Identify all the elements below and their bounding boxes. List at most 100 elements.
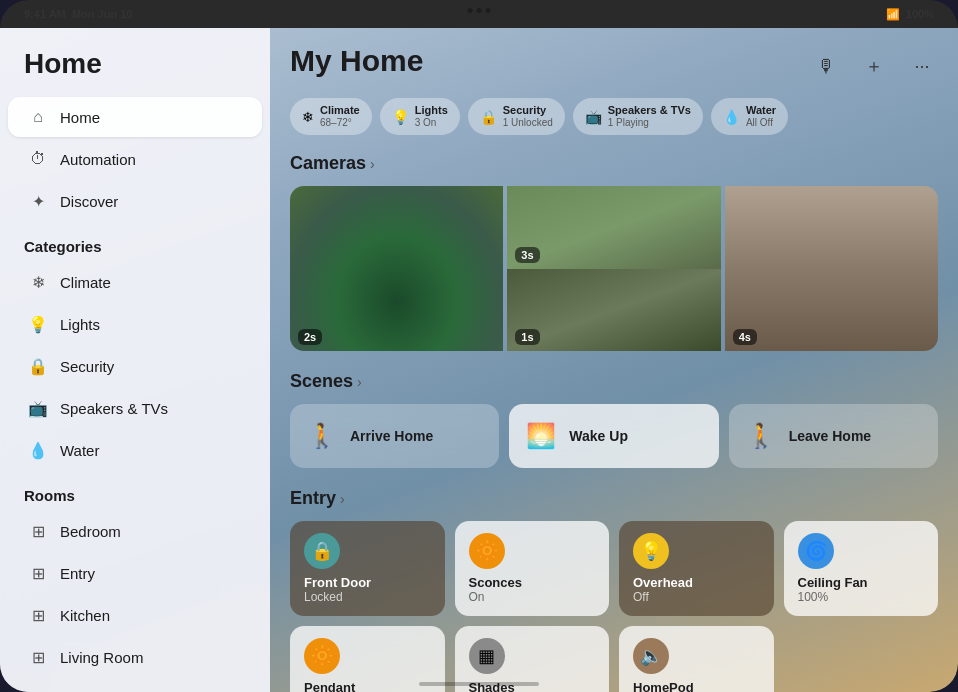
chip-security[interactable]: 🔒 Security 1 Unlocked [468,98,565,135]
sidebar-item-speakers-tvs[interactable]: 📺 Speakers & TVs [8,388,262,428]
nav-label-home: Home [60,109,100,126]
entry-icon: ⊞ [28,563,48,583]
chip-climate[interactable]: ❄ Climate 68–72° [290,98,372,135]
add-button[interactable]: ＋ [858,50,890,82]
overhead-icon-circle: 💡 [633,533,669,569]
climate-icon: ❄ [28,272,48,292]
chip-climate-icon: ❄ [302,109,314,125]
homepod-icon: 🔈 [640,645,662,667]
kitchen-icon: ⊞ [28,605,48,625]
ceiling-fan-label: Ceiling Fan [798,575,925,590]
pendant-icon-circle: 🔆 [304,638,340,674]
device-homepod[interactable]: 🔈 HomePod Not Playing [619,626,774,692]
lights-icon: 💡 [28,314,48,334]
scene-wake-up[interactable]: 🌅 Wake Up [509,404,718,468]
sidebar-item-security[interactable]: 🔒 Security [8,346,262,386]
wake-up-icon: 🌅 [525,422,557,450]
sidebar-item-home[interactable]: ⌂ Home [8,97,262,137]
chip-water-icon: 💧 [723,109,740,125]
cameras-section-header[interactable]: Cameras › [290,153,938,174]
dots-indicator [468,8,491,13]
scenes-section-title: Scenes [290,371,353,392]
camera-garage-timer: 1s [515,329,539,345]
sidebar-item-climate[interactable]: ❄ Climate [8,262,262,302]
voice-button[interactable]: 🎙 [810,50,842,82]
scene-leave-home[interactable]: 🚶 Leave Home [729,404,938,468]
camera-indoor[interactable]: 4s [725,186,938,351]
water-icon: 💧 [28,440,48,460]
overhead-icon: 💡 [640,540,662,562]
scene-arrive-home[interactable]: 🚶 Arrive Home [290,404,499,468]
sidebar-item-entry[interactable]: ⊞ Entry [8,553,262,593]
chip-water-label: Water [746,104,776,117]
status-chips: ❄ Climate 68–72° 💡 Lights 3 On 🔒 [290,98,938,135]
device-front-door[interactable]: 🔒 Front Door Locked [290,521,445,616]
sconces-icon: 🔆 [476,540,498,562]
entry-section-title: Entry [290,488,336,509]
discover-icon: ✦ [28,191,48,211]
ceiling-fan-icon-circle: 🌀 [798,533,834,569]
sidebar-item-water[interactable]: 💧 Water [8,430,262,470]
status-time: 9:41 AM Mon Jun 10 [24,8,132,20]
app-container: Home ⌂ Home ⏱ Automation ✦ Discover Cate… [0,28,958,692]
device-ceiling-fan[interactable]: 🌀 Ceiling Fan 100% [784,521,939,616]
device-sconces[interactable]: 🔆 Sconces On [455,521,610,616]
nav-label-climate: Climate [60,274,111,291]
camera-pool[interactable]: 2s [290,186,503,351]
chip-speakers-tvs-icon: 📺 [585,109,602,125]
chip-security-label: Security [503,104,553,117]
status-icons: 📶 100% [886,8,934,21]
arrive-home-icon: 🚶 [306,422,338,450]
homepod-icon-circle: 🔈 [633,638,669,674]
front-door-icon-circle: 🔒 [304,533,340,569]
nav-label-living-room: Living Room [60,649,143,666]
chip-lights[interactable]: 💡 Lights 3 On [380,98,460,135]
camera-indoor-timer: 4s [733,329,757,345]
pendant-label: Pendant [304,680,431,692]
ceiling-fan-status: 100% [798,590,925,604]
leave-home-icon: 🚶 [745,422,777,450]
home-icon: ⌂ [28,107,48,127]
scenes-grid: 🚶 Arrive Home 🌅 Wake Up 🚶 Leave Home [290,404,938,468]
sidebar-item-discover[interactable]: ✦ Discover [8,181,262,221]
nav-label-discover: Discover [60,193,118,210]
page-title: My Home [290,44,423,78]
living-room-icon: ⊞ [28,647,48,667]
scenes-chevron-icon: › [357,374,362,390]
sidebar-item-automation[interactable]: ⏱ Automation [8,139,262,179]
chip-speakers-tvs[interactable]: 📺 Speakers & TVs 1 Playing [573,98,703,135]
scenes-section-header[interactable]: Scenes › [290,371,938,392]
nav-label-lights: Lights [60,316,100,333]
entry-chevron-icon: › [340,491,345,507]
device-overhead[interactable]: 💡 Overhead Off [619,521,774,616]
front-door-icon: 🔒 [311,540,333,562]
home-indicator [419,682,539,686]
more-button[interactable]: ··· [906,50,938,82]
sidebar-item-living-room[interactable]: ⊞ Living Room [8,637,262,677]
sidebar-title: Home [0,48,270,96]
chip-lights-icon: 💡 [392,109,409,125]
speakers-tvs-icon: 📺 [28,398,48,418]
entry-section-header[interactable]: Entry › [290,488,938,509]
cameras-section-title: Cameras [290,153,366,174]
chip-water[interactable]: 💧 Water All Off [711,98,788,135]
sidebar: Home ⌂ Home ⏱ Automation ✦ Discover Cate… [0,28,270,692]
main-header: My Home 🎙 ＋ ··· [290,44,938,82]
sidebar-item-kitchen[interactable]: ⊞ Kitchen [8,595,262,635]
main-content: My Home 🎙 ＋ ··· ❄ Climate 68–72° 💡 [270,28,958,692]
camera-driveway-timer: 3s [515,247,539,263]
nav-label-water: Water [60,442,99,459]
pendant-icon: 🔆 [311,645,333,667]
chip-water-value: All Off [746,117,776,129]
nav-label-automation: Automation [60,151,136,168]
sidebar-item-lights[interactable]: 💡 Lights [8,304,262,344]
chip-climate-label: Climate [320,104,360,117]
cameras-chevron-icon: › [370,156,375,172]
nav-label-speakers-tvs: Speakers & TVs [60,400,168,417]
chip-lights-value: 3 On [415,117,448,129]
sidebar-item-bedroom[interactable]: ⊞ Bedroom [8,511,262,551]
nav-label-bedroom: Bedroom [60,523,121,540]
camera-driveway[interactable]: 3s 1s [507,186,720,351]
security-icon: 🔒 [28,356,48,376]
nav-label-entry: Entry [60,565,95,582]
